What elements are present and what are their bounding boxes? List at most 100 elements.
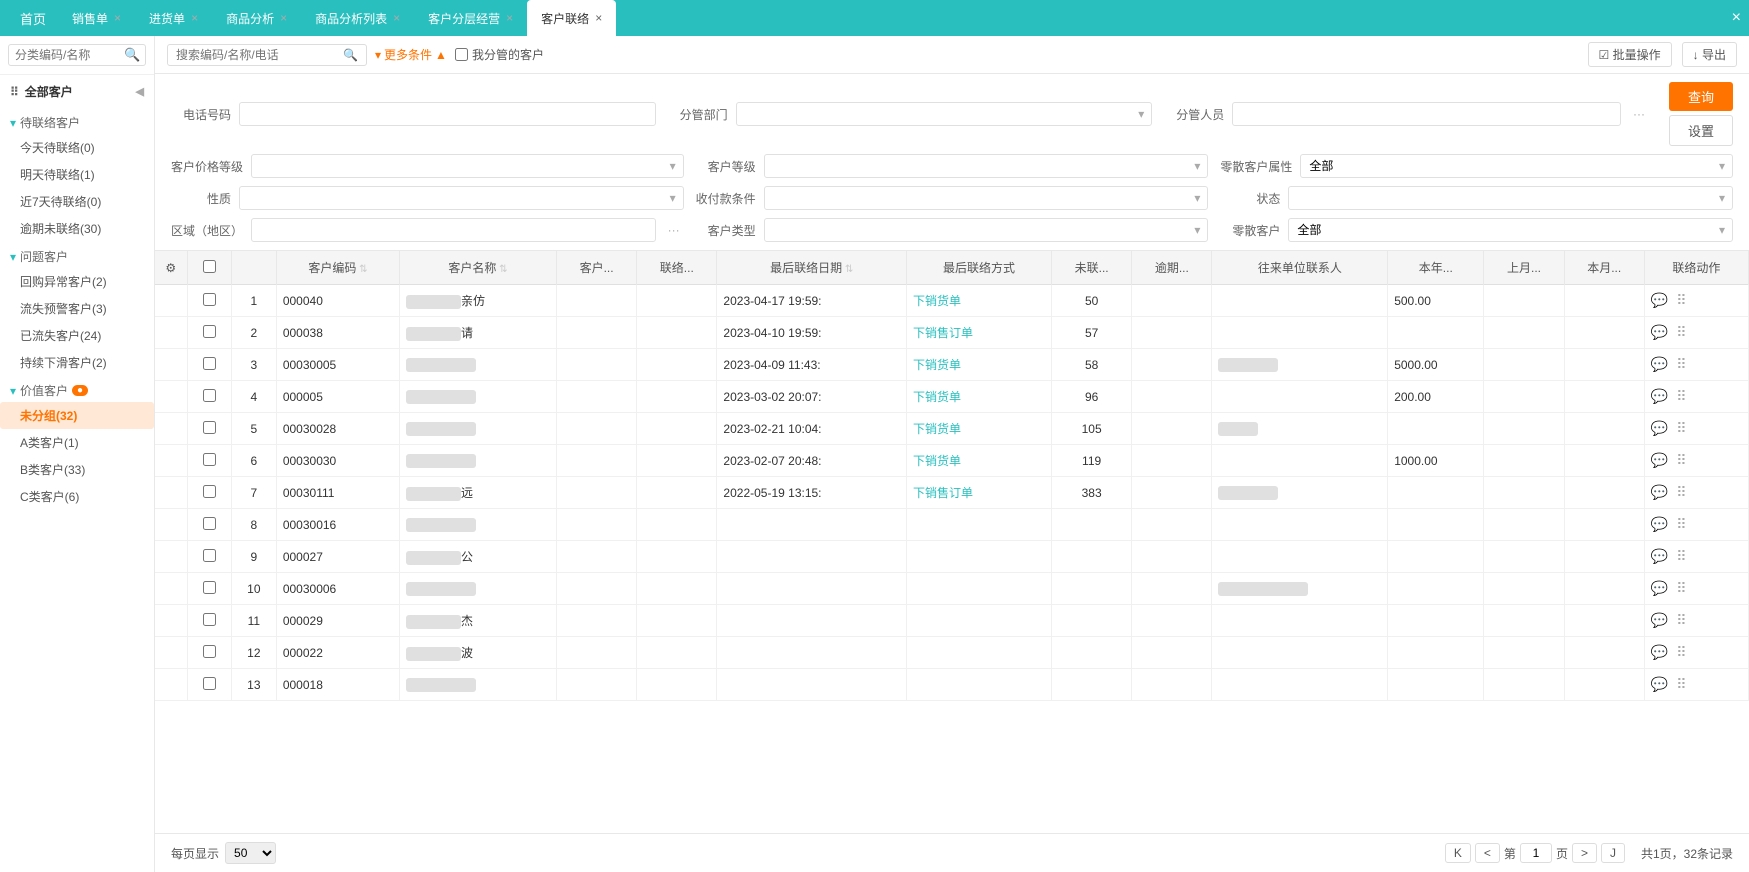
last-method-link[interactable]: 下销货单: [913, 358, 961, 372]
row-checkbox[interactable]: [203, 453, 216, 466]
row-checkbox[interactable]: [203, 325, 216, 338]
sidebar-item-a-class[interactable]: A类客户(1): [0, 429, 154, 456]
row-checkbox[interactable]: [203, 549, 216, 562]
phone-input[interactable]: [239, 102, 656, 126]
tab-product-analysis[interactable]: 商品分析 ×: [212, 0, 301, 36]
region-dots[interactable]: ···: [664, 223, 684, 237]
grid-action-icon[interactable]: ⠿: [1676, 324, 1686, 341]
th-contact[interactable]: 联络...: [637, 251, 717, 285]
query-button[interactable]: 查询: [1669, 82, 1733, 111]
tab-sales-order[interactable]: 销售单 ×: [58, 0, 135, 36]
customer-search-input[interactable]: [176, 48, 339, 62]
chat-icon[interactable]: 💬: [1651, 644, 1668, 661]
row-checkbox[interactable]: [203, 645, 216, 658]
customer-type-select[interactable]: [764, 218, 1209, 242]
th-overdue[interactable]: 逾期...: [1132, 251, 1212, 285]
sidebar-item-c-class[interactable]: C类客户(6): [0, 483, 154, 510]
grid-action-icon[interactable]: ⠿: [1676, 292, 1686, 309]
grid-action-icon[interactable]: ⠿: [1676, 420, 1686, 437]
export-button[interactable]: ↓ 导出: [1682, 42, 1737, 67]
tab-close-purchase[interactable]: ×: [191, 11, 198, 25]
chat-icon[interactable]: 💬: [1651, 452, 1668, 469]
tab-close-customer-stratified[interactable]: ×: [506, 11, 513, 25]
region-input[interactable]: [251, 218, 656, 242]
row-checkbox[interactable]: [203, 389, 216, 402]
th-this-year[interactable]: 本年...: [1388, 251, 1484, 285]
last-method-link[interactable]: 下销货单: [913, 422, 961, 436]
page-size-select[interactable]: 50 100: [225, 842, 276, 864]
grid-action-icon[interactable]: ⠿: [1676, 484, 1686, 501]
casual-attr-select[interactable]: 全部: [1300, 154, 1733, 178]
row-checkbox[interactable]: [203, 357, 216, 370]
chat-icon[interactable]: 💬: [1651, 516, 1668, 533]
last-method-link[interactable]: 下销售订单: [913, 486, 973, 500]
sidebar-search-icon[interactable]: 🔍: [124, 47, 140, 63]
sidebar-item-repurchase-abnormal[interactable]: 回购异常客户(2): [0, 268, 154, 295]
th-customer-type[interactable]: 客户...: [556, 251, 636, 285]
th-this-month[interactable]: 本月...: [1564, 251, 1644, 285]
batch-operation-button[interactable]: ☑ 批量操作: [1588, 42, 1672, 67]
chat-icon[interactable]: 💬: [1651, 324, 1668, 341]
row-checkbox[interactable]: [203, 613, 216, 626]
last-method-link[interactable]: 下销售订单: [913, 326, 973, 340]
sidebar-problem-group[interactable]: ▾ 问题客户: [0, 242, 154, 268]
grid-action-icon[interactable]: ⠿: [1676, 548, 1686, 565]
chat-icon[interactable]: 💬: [1651, 356, 1668, 373]
chat-icon[interactable]: 💬: [1651, 548, 1668, 565]
sidebar-pending-group[interactable]: ▾ 待联络客户: [0, 108, 154, 134]
row-checkbox[interactable]: [203, 517, 216, 530]
th-settings[interactable]: ⚙: [155, 251, 187, 285]
nature-select[interactable]: [239, 186, 684, 210]
status-select[interactable]: [1288, 186, 1733, 210]
tab-close-customer-contact[interactable]: ×: [595, 11, 602, 25]
page-number-input[interactable]: [1520, 843, 1552, 863]
th-customer-code[interactable]: 客户编码: [276, 251, 399, 285]
chat-icon[interactable]: 💬: [1651, 676, 1668, 693]
tab-purchase-order[interactable]: 进货单 ×: [135, 0, 212, 36]
chat-icon[interactable]: 💬: [1651, 580, 1668, 597]
grid-action-icon[interactable]: ⠿: [1676, 516, 1686, 533]
sidebar-item-churned[interactable]: 已流失客户(24): [0, 322, 154, 349]
tab-customer-contact[interactable]: 客户联络 ×: [527, 0, 616, 36]
th-no-contact[interactable]: 未联...: [1052, 251, 1132, 285]
sidebar-item-tomorrow-pending[interactable]: 明天待联络(1): [0, 161, 154, 188]
price-level-select[interactable]: [251, 154, 684, 178]
sidebar-item-overdue-pending[interactable]: 逾期未联络(30): [0, 215, 154, 242]
sidebar-item-today-pending[interactable]: 今天待联络(0): [0, 134, 154, 161]
row-checkbox[interactable]: [203, 485, 216, 498]
row-checkbox[interactable]: [203, 581, 216, 594]
select-all-checkbox[interactable]: [203, 260, 216, 273]
th-last-contact-method[interactable]: 最后联络方式: [906, 251, 1051, 285]
next-page-btn[interactable]: >: [1572, 843, 1597, 863]
chat-icon[interactable]: 💬: [1651, 484, 1668, 501]
tab-close-sales[interactable]: ×: [114, 11, 121, 25]
row-checkbox[interactable]: [203, 421, 216, 434]
manager-input[interactable]: [1232, 102, 1621, 126]
filter-search-icon[interactable]: 🔍: [343, 48, 358, 62]
payment-select[interactable]: [764, 186, 1209, 210]
grid-action-icon[interactable]: ⠿: [1676, 580, 1686, 597]
sidebar-item-b-class[interactable]: B类客户(33): [0, 456, 154, 483]
sidebar-all-customers[interactable]: ⠿ 全部客户 ◀: [0, 75, 154, 108]
tab-home[interactable]: 首页: [8, 9, 58, 28]
my-customers-checkbox[interactable]: [455, 48, 468, 61]
last-method-link[interactable]: 下销货单: [913, 390, 961, 404]
tab-customer-stratified[interactable]: 客户分层经营 ×: [414, 0, 527, 36]
th-last-month[interactable]: 上月...: [1484, 251, 1564, 285]
casual-customer-select[interactable]: 全部: [1288, 218, 1733, 242]
grid-action-icon[interactable]: ⠿: [1676, 388, 1686, 405]
grid-action-icon[interactable]: ⠿: [1676, 452, 1686, 469]
row-checkbox[interactable]: [203, 293, 216, 306]
tab-product-analysis-list[interactable]: 商品分析列表 ×: [301, 0, 414, 36]
tab-close-product-analysis[interactable]: ×: [280, 11, 287, 25]
prev-page-btn[interactable]: <: [1475, 843, 1500, 863]
dept-select[interactable]: [736, 102, 1153, 126]
tab-bar-close[interactable]: ×: [1732, 9, 1741, 27]
th-unit-contact[interactable]: 往来单位联系人: [1212, 251, 1388, 285]
first-page-btn[interactable]: K: [1445, 843, 1471, 863]
chat-icon[interactable]: 💬: [1651, 612, 1668, 629]
row-checkbox[interactable]: [203, 677, 216, 690]
grid-action-icon[interactable]: ⠿: [1676, 612, 1686, 629]
reset-button[interactable]: 设置: [1669, 115, 1733, 146]
th-last-contact-date[interactable]: 最后联络日期: [717, 251, 907, 285]
